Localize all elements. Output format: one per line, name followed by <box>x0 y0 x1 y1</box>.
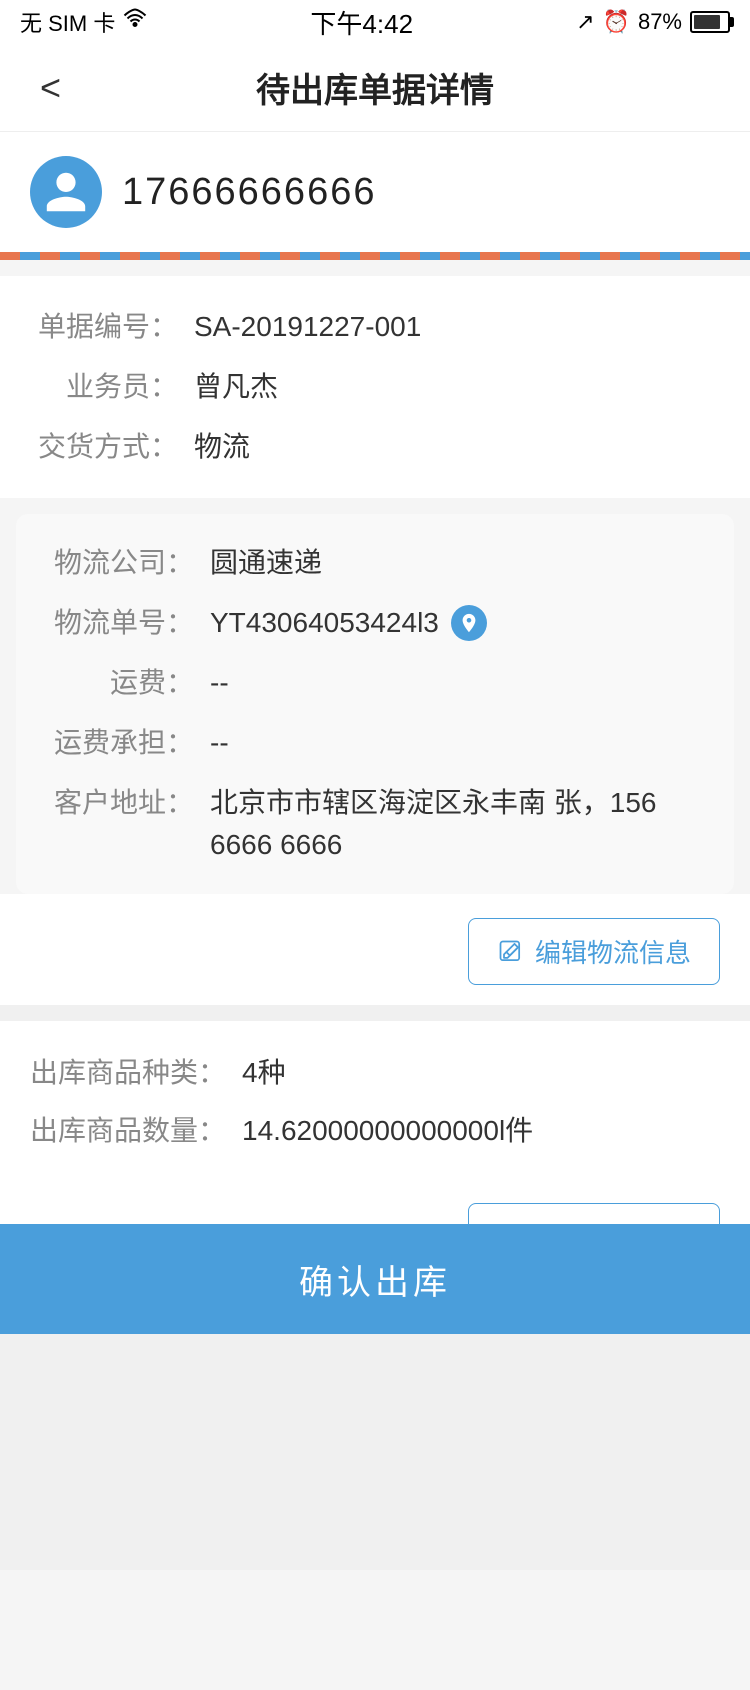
freight-value: -- <box>210 662 704 704</box>
goods-types-label: 出库商品种类： <box>30 1051 226 1091</box>
battery-icon <box>690 11 730 33</box>
status-bar: 无 SIM 卡 下午4:42 ↗ ⏰ 87% <box>0 0 750 44</box>
dashed-divider <box>0 252 750 260</box>
logistics-tracking-value: YT43064053424l3 <box>210 602 704 644</box>
confirm-button[interactable]: 确认出库 <box>0 1224 750 1334</box>
customer-phone: 17666666666 <box>122 171 376 214</box>
address-value: 北京市市辖区海淀区永丰南 张，156 6666 6666 <box>210 782 704 866</box>
nav-bar: < 待出库单据详情 <box>0 44 750 132</box>
goods-quantity-value: 14.62000000000000l件 <box>242 1109 533 1149</box>
section-divider <box>0 1005 750 1021</box>
location-status-icon: ↗ <box>576 9 594 35</box>
confirm-label: 确认出库 <box>299 1255 451 1304</box>
freight-bear-label: 运费承担： <box>46 722 194 764</box>
address-row: 客户地址： 北京市市辖区海淀区永丰南 张，156 6666 6666 <box>46 782 704 866</box>
freight-label: 运费： <box>46 662 194 704</box>
content: 17666666666 单据编号： SA-20191227-001 业务员： 曾… <box>0 132 750 1690</box>
delivery-value: 物流 <box>194 426 720 468</box>
delivery-label: 交货方式： <box>30 426 178 468</box>
logistics-company-label: 物流公司： <box>46 542 194 584</box>
customer-header: 17666666666 <box>0 132 750 252</box>
order-no-value: SA-20191227-001 <box>194 306 720 348</box>
edit-icon <box>497 938 525 966</box>
status-right: ↗ ⏰ 87% <box>576 9 730 35</box>
logistics-company-value: 圆通速递 <box>210 542 704 584</box>
carrier-text: 无 SIM 卡 <box>20 6 115 38</box>
freight-bear-value: -- <box>210 722 704 764</box>
goods-types-value: 4种 <box>242 1051 286 1091</box>
edit-logistics-label: 编辑物流信息 <box>535 933 691 970</box>
edit-logistics-section: 编辑物流信息 <box>0 894 750 1005</box>
freight-bear-row: 运费承担： -- <box>46 722 704 764</box>
freight-row: 运费： -- <box>46 662 704 704</box>
goods-section: 出库商品种类： 4种 出库商品数量： 14.62000000000000l件 <box>0 1021 750 1179</box>
tracking-number-text: YT43064053424l3 <box>210 602 439 644</box>
order-info-section: 单据编号： SA-20191227-001 业务员： 曾凡杰 交货方式： 物流 <box>0 276 750 498</box>
avatar <box>30 156 102 228</box>
goods-types-row: 出库商品种类： 4种 <box>30 1051 720 1091</box>
sales-person-value: 曾凡杰 <box>194 366 720 408</box>
edit-logistics-button[interactable]: 编辑物流信息 <box>468 918 720 985</box>
sales-person-label: 业务员： <box>30 366 178 408</box>
logistics-card: 物流公司： 圆通速递 物流单号： YT43064053424l3 运费： -- … <box>16 514 734 894</box>
alarm-icon: ⏰ <box>603 9 630 35</box>
wifi-icon <box>123 7 147 37</box>
page-title: 待出库单据详情 <box>256 63 494 112</box>
logistics-company-row: 物流公司： 圆通速递 <box>46 542 704 584</box>
tracking-location-icon[interactable] <box>451 605 487 641</box>
logistics-tracking-row: 物流单号： YT43064053424l3 <box>46 602 704 644</box>
logistics-tracking-label: 物流单号： <box>46 602 194 644</box>
goods-quantity-row: 出库商品数量： 14.62000000000000l件 <box>30 1109 720 1149</box>
order-no-label: 单据编号： <box>30 306 178 348</box>
time-text: 下午4:42 <box>310 4 413 41</box>
goods-quantity-label: 出库商品数量： <box>30 1109 226 1149</box>
order-no-row: 单据编号： SA-20191227-001 <box>30 306 720 348</box>
status-left: 无 SIM 卡 <box>20 6 147 38</box>
sales-person-row: 业务员： 曾凡杰 <box>30 366 720 408</box>
address-label: 客户地址： <box>46 782 194 824</box>
battery-text: 87% <box>638 9 682 35</box>
back-button[interactable]: < <box>30 57 71 119</box>
delivery-row: 交货方式： 物流 <box>30 426 720 468</box>
